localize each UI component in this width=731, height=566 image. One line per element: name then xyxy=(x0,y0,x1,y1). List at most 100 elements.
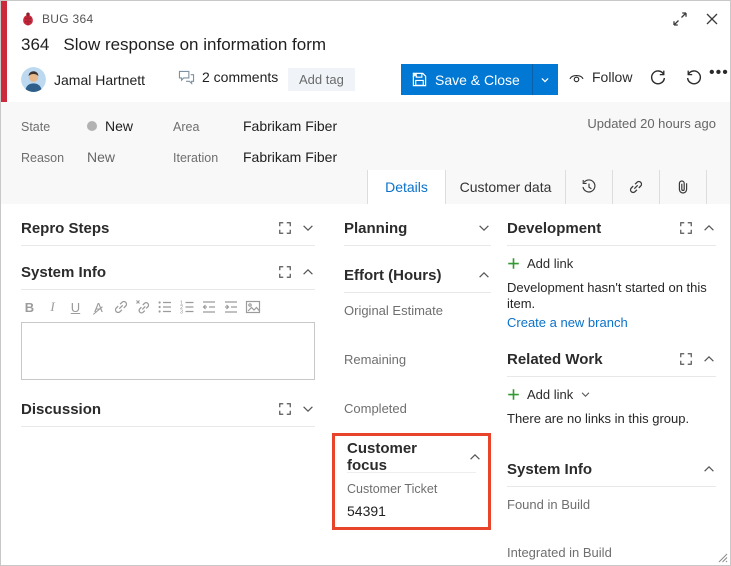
found-in-build-label: Found in Build xyxy=(507,497,591,512)
comments-button[interactable]: 2 comments xyxy=(178,69,278,85)
follow-button[interactable]: Follow xyxy=(561,69,632,85)
tab-attachments[interactable] xyxy=(660,170,707,204)
area-value[interactable]: Fabrikam Fiber xyxy=(243,118,337,134)
comments-count: 2 comments xyxy=(202,69,279,85)
add-link-label: Add link xyxy=(527,256,574,271)
resize-grip[interactable] xyxy=(716,551,728,563)
tab-history[interactable] xyxy=(566,170,613,204)
work-item-meta-band: State New Reason New Area Fabrikam Fiber… xyxy=(1,102,730,204)
fullscreen-icon[interactable] xyxy=(679,221,693,235)
customer-focus-title: Customer focus xyxy=(347,440,418,474)
development-add-link-button[interactable]: Add link xyxy=(507,256,716,271)
chevron-down-icon[interactable] xyxy=(301,402,315,416)
chevron-down-icon xyxy=(580,389,591,400)
updated-timestamp[interactable]: Updated 20 hours ago xyxy=(587,116,716,131)
numbered-list-icon[interactable]: 123 xyxy=(179,299,195,315)
remove-link-icon[interactable] xyxy=(135,299,151,315)
assignee-avatar xyxy=(21,67,46,92)
assignee-picker[interactable]: Jamal Hartnett xyxy=(21,67,145,92)
related-work-add-link-button[interactable]: Add link xyxy=(507,387,716,402)
outdent-icon[interactable] xyxy=(201,299,217,315)
effort-group-header: Effort (Hours) xyxy=(344,263,491,287)
iteration-value[interactable]: Fabrikam Fiber xyxy=(243,149,337,165)
assignee-name: Jamal Hartnett xyxy=(54,71,146,88)
expand-dialog-icon[interactable] xyxy=(672,11,688,27)
reason-label: Reason xyxy=(21,151,65,165)
save-icon xyxy=(412,72,427,87)
reason-value[interactable]: New xyxy=(87,149,115,165)
divider xyxy=(21,426,315,427)
refresh-icon[interactable] xyxy=(649,69,667,87)
chevron-up-icon[interactable] xyxy=(702,221,716,235)
discussion-title: Discussion xyxy=(21,400,102,418)
planning-group-header: Planning xyxy=(344,216,491,240)
chevron-up-icon[interactable] xyxy=(702,462,716,476)
more-actions-button[interactable]: ••• xyxy=(709,64,729,82)
fullscreen-icon[interactable] xyxy=(278,402,292,416)
repro-steps-group-header: Repro Steps xyxy=(21,216,315,240)
system-info-group-header: System Info xyxy=(21,260,315,284)
underline-icon[interactable]: U xyxy=(67,300,84,315)
save-options-dropdown[interactable] xyxy=(531,64,558,95)
indent-icon[interactable] xyxy=(223,299,239,315)
add-tag-button[interactable]: Add tag xyxy=(288,68,355,91)
tab-bar-filler xyxy=(707,170,730,204)
close-dialog-icon[interactable] xyxy=(704,11,720,27)
customer-ticket-value[interactable]: 54391 xyxy=(347,503,482,519)
related-work-group-header: Related Work xyxy=(507,347,716,371)
state-value[interactable]: New xyxy=(87,118,133,134)
system-info-build-group-header: System Info xyxy=(507,457,716,481)
chevron-up-icon[interactable] xyxy=(477,268,491,282)
related-work-title: Related Work xyxy=(507,350,603,368)
repro-steps-title: Repro Steps xyxy=(21,219,110,237)
fullscreen-icon[interactable] xyxy=(679,352,693,366)
middle-column: Planning Effort (Hours) Original Estimat… xyxy=(332,204,491,530)
customer-ticket-label: Customer Ticket xyxy=(347,482,438,496)
chevron-up-icon[interactable] xyxy=(702,352,716,366)
discussion-group-header: Discussion xyxy=(21,397,315,421)
tab-bar: Details Customer data xyxy=(367,170,730,204)
remaining-label: Remaining xyxy=(344,352,407,367)
bold-icon[interactable]: B xyxy=(21,300,38,315)
insert-link-icon[interactable] xyxy=(113,299,129,315)
rich-text-toolbar: B I U A 123 xyxy=(21,297,315,317)
divider xyxy=(21,245,315,246)
create-branch-link[interactable]: Create a new branch xyxy=(507,315,716,330)
tab-links[interactable] xyxy=(613,170,660,204)
plus-icon xyxy=(507,388,520,401)
fullscreen-icon[interactable] xyxy=(278,221,292,235)
save-close-button[interactable]: Save & Close xyxy=(401,64,532,95)
chevron-up-icon[interactable] xyxy=(468,450,482,464)
fullscreen-icon[interactable] xyxy=(278,265,292,279)
system-info-title: System Info xyxy=(21,263,107,281)
system-info-editor[interactable] xyxy=(21,322,315,380)
tab-details[interactable]: Details xyxy=(367,170,446,204)
divider xyxy=(21,289,315,290)
revert-icon[interactable] xyxy=(685,69,703,87)
divider xyxy=(344,292,491,293)
state-label: State xyxy=(21,120,51,134)
chevron-up-icon[interactable] xyxy=(301,265,315,279)
original-estimate-label: Original Estimate xyxy=(344,303,443,318)
work-item-title-row: 364 Slow response on information form xyxy=(21,35,326,59)
tab-customer-data[interactable]: Customer data xyxy=(446,170,566,204)
bulleted-list-icon[interactable] xyxy=(157,299,173,315)
work-item-type-accent-bar xyxy=(1,1,7,102)
work-item-dialog: BUG 364 364 Slow response on information… xyxy=(0,0,731,566)
bug-icon xyxy=(21,12,35,26)
italic-icon[interactable]: I xyxy=(44,299,61,315)
customer-focus-group-header: Customer focus xyxy=(347,440,482,474)
state-color-dot xyxy=(87,121,97,131)
completed-label: Completed xyxy=(344,401,407,416)
development-title: Development xyxy=(507,219,602,237)
insert-image-icon[interactable] xyxy=(245,299,261,315)
chevron-down-icon[interactable] xyxy=(477,221,491,235)
chevron-down-icon[interactable] xyxy=(301,221,315,235)
save-close-label: Save & Close xyxy=(435,71,520,88)
follow-icon xyxy=(568,70,585,85)
work-item-title[interactable]: Slow response on information form xyxy=(63,35,326,55)
clear-format-icon[interactable]: A xyxy=(90,300,107,315)
work-item-type-label: BUG 364 xyxy=(42,12,94,26)
related-work-empty-message: There are no links in this group. xyxy=(507,411,690,426)
integrated-in-build-label: Integrated in Build xyxy=(507,545,612,560)
